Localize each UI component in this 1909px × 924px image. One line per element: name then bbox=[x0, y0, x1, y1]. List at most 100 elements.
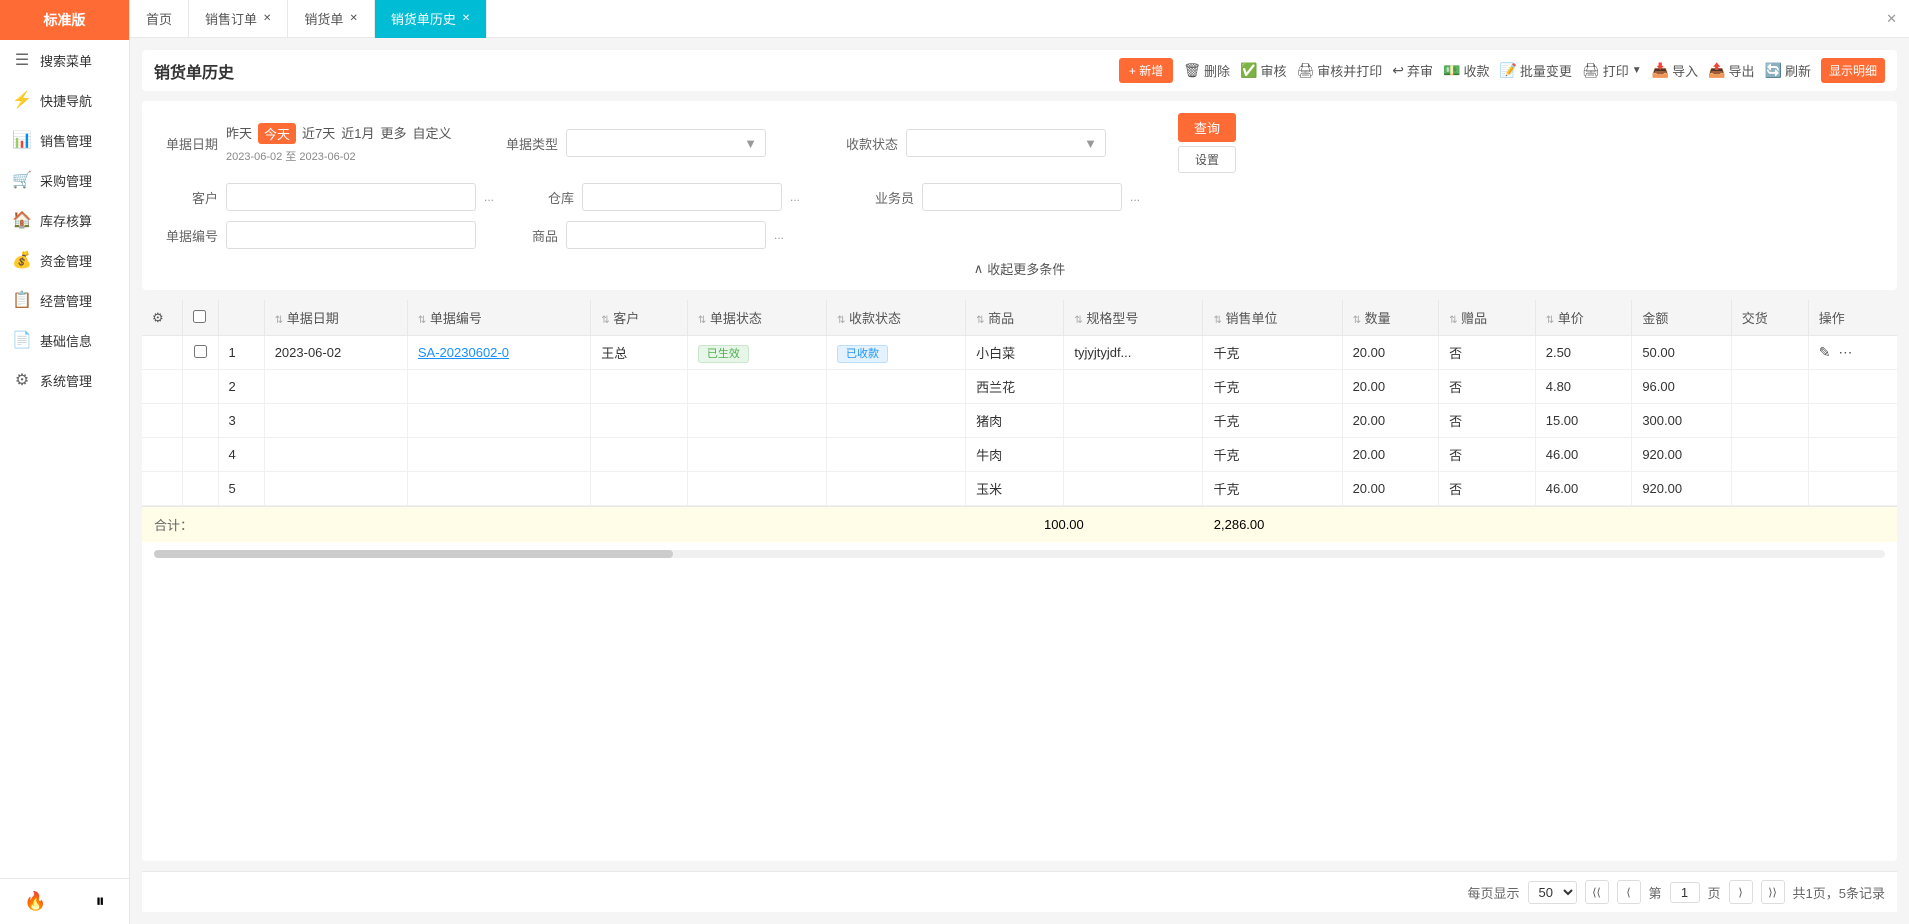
cell-unit: 千克 bbox=[1203, 472, 1342, 506]
tab-close-sales-goods[interactable]: ✕ bbox=[349, 13, 357, 24]
date-tab-more[interactable]: 更多 bbox=[381, 123, 407, 144]
new-button[interactable]: + 新增 bbox=[1119, 58, 1173, 83]
payment-status-arrow-icon: ▼ bbox=[1084, 136, 1097, 151]
docno-input[interactable] bbox=[226, 221, 476, 249]
payment-status-select[interactable]: ▼ bbox=[906, 129, 1106, 157]
th-payment-status[interactable]: ⇅ 收款状态 bbox=[827, 300, 966, 336]
audit-print-icon: 🖨 bbox=[1296, 62, 1314, 79]
sidebar-item-finance[interactable]: 💰 资金管理 bbox=[0, 240, 129, 280]
date-tab-yesterday[interactable]: 昨天 bbox=[226, 123, 252, 144]
tab-sales-order[interactable]: 销售订单 ✕ bbox=[189, 0, 288, 38]
edit-action-icon[interactable]: ✎ bbox=[1819, 344, 1831, 361]
th-checkbox[interactable] bbox=[182, 300, 218, 336]
sidebar-item-inventory[interactable]: 🏠 库存核算 bbox=[0, 200, 129, 240]
query-button[interactable]: 查询 bbox=[1178, 113, 1236, 142]
batch-change-button[interactable]: 📝 批量变更 bbox=[1499, 61, 1571, 80]
more-action-icon[interactable]: ⋯ bbox=[1838, 344, 1852, 361]
sidebar-item-label: 基础信息 bbox=[40, 331, 92, 350]
export-button[interactable]: 📤 导出 bbox=[1708, 61, 1754, 80]
goods-ellipsis[interactable]: ... bbox=[774, 228, 784, 242]
table-row: 2西兰花千克20.00否4.8096.00 bbox=[142, 370, 1897, 404]
sidebar-item-operations[interactable]: 📋 经营管理 bbox=[0, 280, 129, 320]
cell-settings bbox=[142, 404, 182, 438]
tab-sales-goods[interactable]: 销货单 ✕ bbox=[288, 0, 374, 38]
sidebar-item-quick-nav[interactable]: ⚡ 快捷导航 bbox=[0, 80, 129, 120]
setting-button[interactable]: 设置 bbox=[1178, 146, 1236, 173]
audit-icon: ✅ bbox=[1240, 62, 1257, 79]
th-transaction[interactable]: 交货 bbox=[1731, 300, 1808, 336]
doc-type-select[interactable]: ▼ bbox=[566, 129, 766, 157]
date-tab-7days[interactable]: 近7天 bbox=[302, 123, 335, 144]
goods-input[interactable] bbox=[566, 221, 766, 249]
th-gift[interactable]: ⇅ 赠品 bbox=[1439, 300, 1536, 336]
sidebar-item-basic-info[interactable]: 📄 基础信息 bbox=[0, 320, 129, 360]
cell-payment-status bbox=[827, 438, 966, 472]
sidebar-fire-icon[interactable]: 🔥 bbox=[24, 891, 46, 912]
sidebar-item-sys-mgmt[interactable]: ⚙ 系统管理 bbox=[0, 360, 129, 400]
show-detail-button[interactable]: 显示明细 bbox=[1821, 58, 1885, 83]
delete-button[interactable]: 🗑 删除 bbox=[1183, 61, 1230, 80]
th-spec[interactable]: ⇅ 规格型号 bbox=[1064, 300, 1203, 336]
cell-customer: 王总 bbox=[591, 336, 688, 370]
cell-goods: 牛肉 bbox=[966, 438, 1064, 472]
select-all-checkbox[interactable] bbox=[193, 310, 206, 323]
tab-close-sales-history[interactable]: ✕ bbox=[462, 13, 470, 24]
cell-checkbox[interactable] bbox=[182, 472, 218, 506]
horizontal-scrollbar[interactable] bbox=[142, 542, 1897, 566]
tab-sales-history[interactable]: 销货单历史 ✕ bbox=[375, 0, 487, 38]
sidebar-item-sales[interactable]: 📊 销售管理 bbox=[0, 120, 129, 160]
th-settings[interactable]: ⚙ bbox=[142, 300, 182, 336]
th-goods[interactable]: ⇅ 商品 bbox=[966, 300, 1064, 336]
page-number[interactable]: 1 bbox=[1670, 882, 1700, 903]
next-page-button[interactable]: ⟩ bbox=[1729, 880, 1753, 904]
th-doc-status[interactable]: ⇅ 单据状态 bbox=[687, 300, 826, 336]
close-all-tabs[interactable]: ✕ bbox=[1874, 11, 1909, 27]
cell-spec bbox=[1064, 438, 1203, 472]
collect-button[interactable]: 💵 收款 bbox=[1443, 61, 1489, 80]
total-info: 共1页，5条记录 bbox=[1793, 883, 1885, 902]
th-price[interactable]: ⇅ 单价 bbox=[1535, 300, 1632, 336]
audit-button[interactable]: ✅ 审核 bbox=[1240, 61, 1286, 80]
refresh-button[interactable]: 🔄 刷新 bbox=[1765, 61, 1811, 80]
customer-input[interactable] bbox=[226, 183, 476, 211]
sidebar-pause-icon[interactable]: ⏸ bbox=[96, 891, 105, 912]
date-tab-today[interactable]: 今天 bbox=[258, 123, 296, 144]
prev-page-button[interactable]: ⟨ bbox=[1617, 880, 1641, 904]
cell-checkbox[interactable] bbox=[182, 370, 218, 404]
audit-print-button[interactable]: 🖨 审核并打印 bbox=[1296, 61, 1382, 80]
doc-no-link[interactable]: SA-20230602-0 bbox=[418, 345, 509, 360]
cell-doc-date bbox=[264, 438, 407, 472]
th-doc-date[interactable]: ⇅ 单据日期 bbox=[264, 300, 407, 336]
warehouse-input[interactable] bbox=[582, 183, 782, 211]
salesperson-input[interactable] bbox=[922, 183, 1122, 211]
customer-ellipsis[interactable]: ... bbox=[484, 190, 494, 204]
collapse-button[interactable]: ∧ 收起更多条件 bbox=[158, 259, 1881, 278]
th-customer[interactable]: ⇅ 客户 bbox=[591, 300, 688, 336]
table-row: 5玉米千克20.00否46.00920.00 bbox=[142, 472, 1897, 506]
import-button[interactable]: 📥 导入 bbox=[1652, 61, 1698, 80]
sidebar-item-search[interactable]: ☰ 搜索菜单 bbox=[0, 40, 129, 80]
sidebar-item-purchase[interactable]: 🛒 采购管理 bbox=[0, 160, 129, 200]
warehouse-ellipsis[interactable]: ... bbox=[790, 190, 800, 204]
cell-checkbox[interactable] bbox=[182, 404, 218, 438]
per-page-select[interactable]: 50 bbox=[1528, 881, 1577, 904]
date-tab-1month[interactable]: 近1月 bbox=[341, 123, 374, 144]
th-qty[interactable]: ⇅ 数量 bbox=[1342, 300, 1439, 336]
date-tab-custom[interactable]: 自定义 bbox=[413, 123, 452, 144]
cell-checkbox[interactable] bbox=[182, 438, 218, 472]
tab-close-sales-order[interactable]: ✕ bbox=[263, 13, 271, 24]
th-amount[interactable]: 金额 bbox=[1632, 300, 1731, 336]
print-button[interactable]: 🖨 打印 ▼ bbox=[1582, 61, 1642, 80]
cell-checkbox[interactable] bbox=[182, 336, 218, 370]
salesperson-ellipsis[interactable]: ... bbox=[1130, 190, 1140, 204]
cell-doc-date bbox=[264, 472, 407, 506]
sidebar-item-label: 采购管理 bbox=[40, 171, 92, 190]
th-doc-no[interactable]: ⇅ 单据编号 bbox=[407, 300, 590, 336]
first-page-button[interactable]: ⟨⟨ bbox=[1585, 880, 1609, 904]
abandon-button[interactable]: ↩ 弃审 bbox=[1392, 61, 1433, 80]
cell-transaction bbox=[1731, 370, 1808, 404]
tab-home[interactable]: 首页 bbox=[130, 0, 189, 38]
sidebar-item-label: 销售管理 bbox=[40, 131, 92, 150]
last-page-button[interactable]: ⟩⟩ bbox=[1761, 880, 1785, 904]
th-unit[interactable]: ⇅ 销售单位 bbox=[1203, 300, 1342, 336]
